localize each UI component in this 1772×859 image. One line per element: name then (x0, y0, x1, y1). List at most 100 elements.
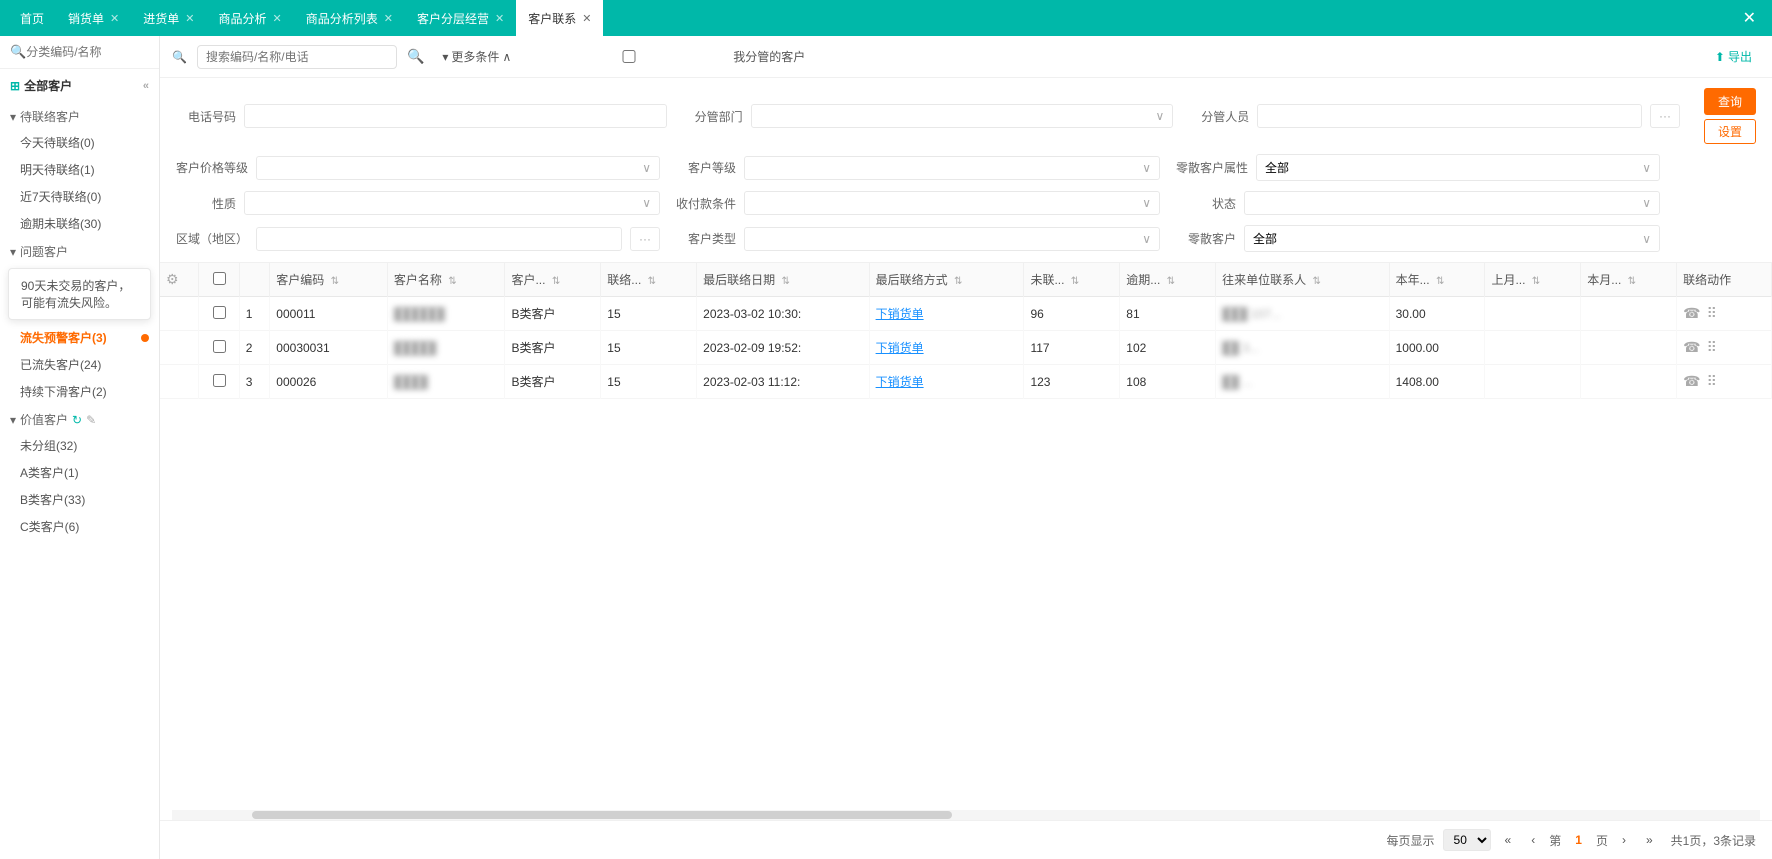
dept-select[interactable]: ∨ (751, 104, 1174, 128)
row-checkbox[interactable] (213, 374, 226, 387)
row-action-more[interactable]: ⠿ (1707, 339, 1717, 356)
row-action-more[interactable]: ⠿ (1707, 373, 1717, 390)
sidebar-item-churn-warning[interactable]: 流失预警客户(3) (0, 324, 159, 351)
horizontal-scrollbar[interactable] (172, 810, 1760, 820)
col-last-date[interactable]: 最后联络日期 ⇅ (697, 263, 869, 297)
refresh-icon[interactable]: ↻ (72, 413, 82, 427)
close-customer-tier-tab[interactable]: ✕ (495, 12, 504, 25)
last-method-link[interactable]: 下销货单 (876, 375, 924, 389)
search-input[interactable] (197, 45, 397, 69)
nav-home[interactable]: 首页 (8, 0, 56, 36)
sidebar-item-week-pending[interactable]: 近7天待联络(0) (0, 183, 159, 210)
global-close-button[interactable]: ✕ (1735, 8, 1764, 28)
col-uncontacted[interactable]: 未联... ⇅ (1024, 263, 1120, 297)
col-settings[interactable]: ⚙ (160, 263, 199, 297)
my-customers-checkbox[interactable] (529, 50, 729, 63)
more-conditions-btn[interactable]: ▾ 更多条件 ∧ (434, 44, 519, 69)
sidebar-item-overdue[interactable]: 逾期未联络(30) (0, 210, 159, 237)
export-btn[interactable]: ⬆ 导出 (1707, 44, 1760, 69)
sort-icon[interactable]: ⇅ (782, 276, 790, 287)
sidebar-item-b-class[interactable]: B类客户(33) (0, 486, 159, 513)
sort-icon[interactable]: ⇅ (331, 276, 339, 287)
prev-page-btn[interactable]: ‹ (1525, 831, 1541, 849)
col-last-month[interactable]: 上月... ⇅ (1485, 263, 1581, 297)
col-name[interactable]: 客户名称 ⇅ (387, 263, 505, 297)
phone-input[interactable] (244, 104, 667, 128)
status-select[interactable]: ∨ (1244, 191, 1660, 215)
row-action-contact[interactable]: ☎ (1683, 339, 1700, 356)
close-analysis-tab[interactable]: ✕ (273, 12, 282, 25)
col-overdue[interactable]: 逾期... ⇅ (1120, 263, 1216, 297)
sort-icon[interactable]: ⇅ (1628, 276, 1636, 287)
settings-button[interactable]: 设置 (1704, 119, 1756, 144)
sidebar-item-churned[interactable]: 已流失客户(24) (0, 351, 159, 378)
sidebar-item-ungrouped[interactable]: 未分组(32) (0, 432, 159, 459)
my-customers-checkbox-label[interactable]: 我分管的客户 (529, 48, 805, 65)
scrollbar-thumb[interactable] (252, 811, 952, 819)
last-method-link[interactable]: 下销货单 (876, 341, 924, 355)
region-dots-btn[interactable]: ··· (630, 227, 660, 251)
row-checkbox[interactable] (213, 340, 226, 353)
col-this-month[interactable]: 本月... ⇅ (1581, 263, 1677, 297)
close-customer-contact-tab[interactable]: ✕ (582, 12, 591, 25)
row-action-contact[interactable]: ☎ (1683, 305, 1700, 322)
nav-customer-contact[interactable]: 客户联系 ✕ (516, 0, 603, 36)
sort-icon[interactable]: ⇅ (448, 276, 456, 287)
col-contact-person[interactable]: 往来单位联系人 ⇅ (1216, 263, 1389, 297)
close-analysis-list-tab[interactable]: ✕ (384, 12, 393, 25)
price-level-select[interactable]: ∨ (256, 156, 660, 180)
sidebar-group-value[interactable]: ▾ 价值客户 ↻ ✎ (0, 405, 159, 432)
sidebar-item-c-class[interactable]: C类客户(6) (0, 513, 159, 540)
sort-icon[interactable]: ⇅ (1071, 276, 1079, 287)
sidebar-collapse-btn[interactable]: « (143, 80, 149, 92)
col-code[interactable]: 客户编码 ⇅ (270, 263, 388, 297)
sort-icon[interactable]: ⇅ (552, 276, 560, 287)
sort-icon[interactable]: ⇅ (1532, 276, 1540, 287)
col-this-year[interactable]: 本年... ⇅ (1389, 263, 1485, 297)
retail-attr-select[interactable]: 全部 ∨ (1256, 154, 1660, 181)
row-action-more[interactable]: ⠿ (1707, 305, 1717, 322)
close-sales-tab[interactable]: ✕ (110, 12, 119, 25)
sort-icon[interactable]: ⇅ (1167, 276, 1175, 287)
col-last-method[interactable]: 最后联络方式 ⇅ (869, 263, 1024, 297)
nav-sales[interactable]: 销货单 ✕ (56, 0, 131, 36)
search-submit-icon[interactable]: 🔍 (407, 48, 424, 65)
sidebar-item-a-class[interactable]: A类客户(1) (0, 459, 159, 486)
nav-analysis-list[interactable]: 商品分析列表 ✕ (294, 0, 405, 36)
sort-icon[interactable]: ⇅ (648, 276, 656, 287)
nature-select[interactable]: ∨ (244, 191, 660, 215)
col-contact[interactable]: 联络... ⇅ (601, 263, 697, 297)
sidebar-all-customers[interactable]: ⊞ 全部客户 « (0, 69, 159, 102)
sidebar-group-pending[interactable]: ▾ 待联络客户 (0, 102, 159, 129)
close-purchase-tab[interactable]: ✕ (185, 12, 194, 25)
sort-icon[interactable]: ⇅ (1312, 276, 1320, 287)
last-page-btn[interactable]: » (1640, 831, 1659, 849)
nav-customer-tier[interactable]: 客户分层经营 ✕ (405, 0, 516, 36)
manager-input[interactable] (1257, 104, 1642, 128)
row-action-contact[interactable]: ☎ (1683, 373, 1700, 390)
sort-icon[interactable]: ⇅ (1436, 276, 1444, 287)
sidebar-item-declining[interactable]: 持续下滑客户(2) (0, 378, 159, 405)
next-page-btn[interactable]: › (1616, 831, 1632, 849)
customer-type-select[interactable]: ∨ (744, 227, 1160, 251)
sort-icon[interactable]: ⇅ (954, 276, 962, 287)
edit-icon[interactable]: ✎ (86, 413, 96, 427)
customer-level-select[interactable]: ∨ (744, 156, 1160, 180)
sidebar-item-today-pending[interactable]: 今天待联络(0) (0, 129, 159, 156)
region-input[interactable] (256, 227, 622, 251)
retail-customer-select[interactable]: 全部 ∨ (1244, 225, 1660, 252)
row-checkbox[interactable] (213, 306, 226, 319)
nav-analysis[interactable]: 商品分析 ✕ (206, 0, 293, 36)
payment-select[interactable]: ∨ (744, 191, 1160, 215)
last-method-link[interactable]: 下销货单 (876, 307, 924, 321)
first-page-btn[interactable]: « (1499, 831, 1518, 849)
manager-dots-btn[interactable]: ··· (1650, 104, 1680, 128)
select-all-checkbox[interactable] (213, 272, 226, 285)
nav-purchase[interactable]: 进货单 ✕ (131, 0, 206, 36)
sidebar-search-input[interactable] (26, 45, 160, 59)
sidebar-group-problem[interactable]: ▾ 问题客户 (0, 237, 159, 264)
page-size-select[interactable]: 50 (1443, 829, 1491, 851)
query-button[interactable]: 查询 (1704, 88, 1756, 115)
sidebar-item-tomorrow-pending[interactable]: 明天待联络(1) (0, 156, 159, 183)
settings-icon[interactable]: ⚙ (166, 271, 179, 287)
